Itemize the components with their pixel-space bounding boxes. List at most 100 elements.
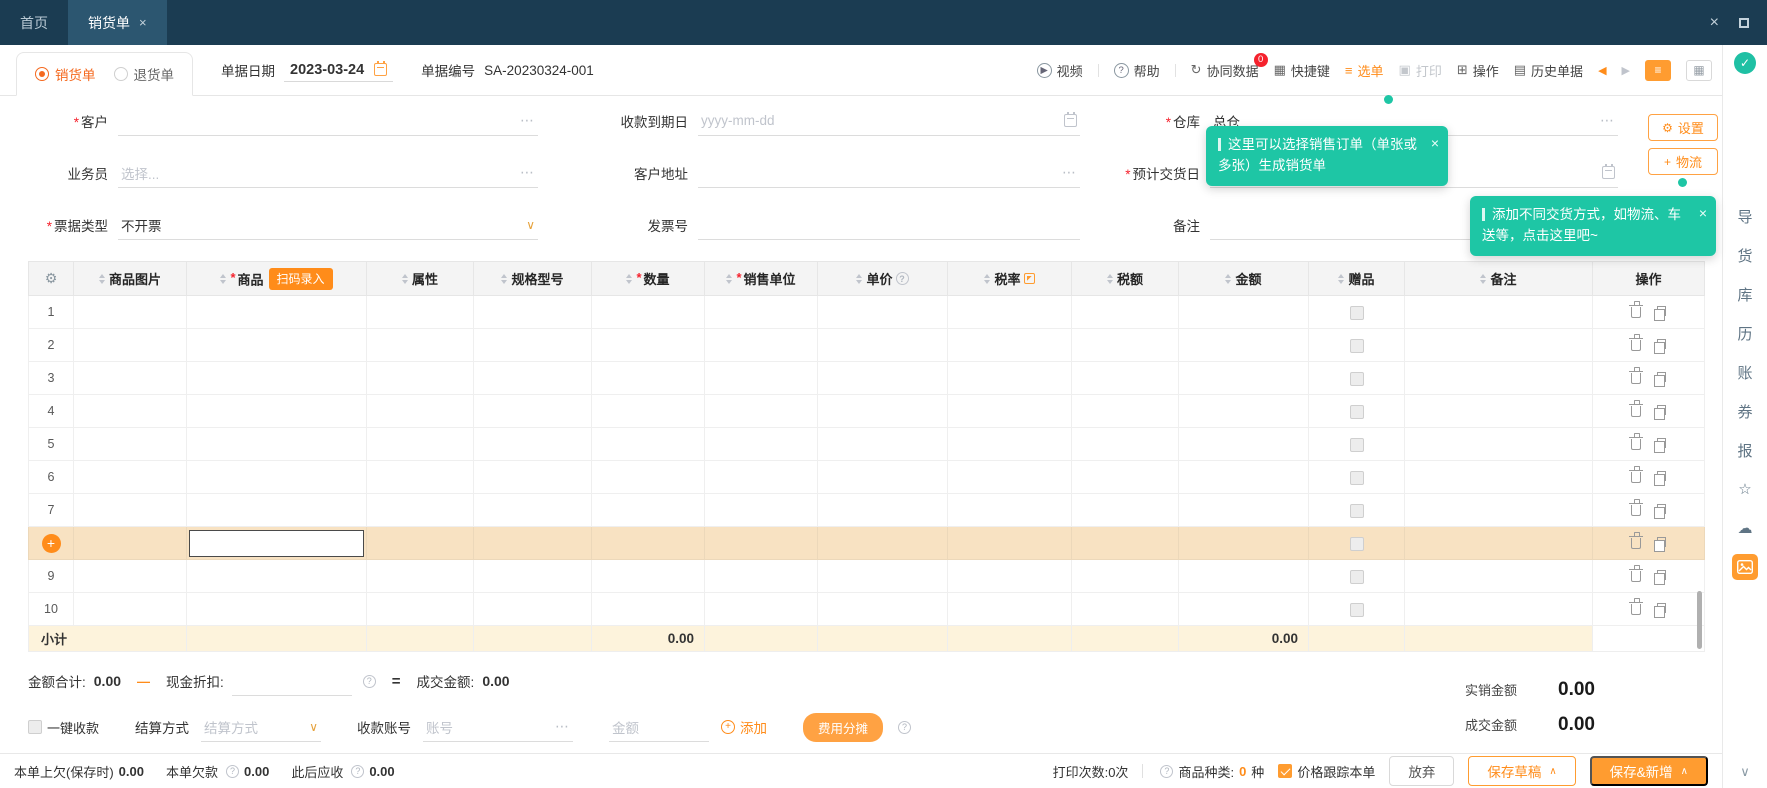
- calendar-icon[interactable]: [1602, 164, 1615, 179]
- add-payment-button[interactable]: + 添加: [721, 717, 767, 737]
- cell-taxrate[interactable]: [947, 427, 1072, 461]
- cell-remark[interactable]: [1404, 460, 1593, 494]
- cell-unit[interactable]: [704, 493, 818, 527]
- cell-amount[interactable]: [1178, 427, 1309, 461]
- radio-return-order[interactable]: 退货单: [113, 64, 174, 84]
- copy-row-icon[interactable]: [1654, 504, 1666, 519]
- hotkeys-button[interactable]: ▦ 快捷键: [1274, 61, 1330, 80]
- cell-spec[interactable]: [473, 427, 592, 461]
- cell-product[interactable]: [186, 361, 367, 395]
- copy-row-icon[interactable]: [1654, 570, 1666, 585]
- copy-row-icon[interactable]: [1654, 438, 1666, 453]
- gift-checkbox[interactable]: [1349, 371, 1364, 386]
- cell-product-image[interactable]: [73, 295, 187, 329]
- next-arrow-icon[interactable]: ▶: [1622, 64, 1630, 77]
- cell-price[interactable]: [817, 361, 948, 395]
- cell-amount[interactable]: [1178, 394, 1309, 428]
- dock-icon-4[interactable]: 历: [1732, 320, 1758, 346]
- delete-row-icon[interactable]: [1629, 301, 1643, 318]
- cell-price[interactable]: [817, 559, 948, 593]
- cell-remark[interactable]: [1404, 361, 1593, 395]
- save-new-button[interactable]: 保存&新增 ∧: [1589, 756, 1708, 786]
- cell-attr[interactable]: [366, 427, 474, 461]
- cell-tax[interactable]: [1071, 526, 1179, 560]
- table-scrollbar[interactable]: [1697, 591, 1702, 649]
- gift-checkbox[interactable]: [1349, 503, 1364, 518]
- delete-row-icon[interactable]: [1629, 334, 1643, 351]
- logistics-button[interactable]: + 物流: [1648, 148, 1718, 175]
- pick-order-button[interactable]: ≡ 选单: [1345, 61, 1384, 80]
- cell-taxrate[interactable]: [947, 295, 1072, 329]
- cell-product-image[interactable]: [73, 328, 187, 362]
- save-draft-button[interactable]: 保存草稿 ∧: [1468, 756, 1576, 786]
- price-track-option[interactable]: 价格跟踪本单: [1278, 762, 1375, 781]
- cell-attr[interactable]: [366, 328, 474, 362]
- history-button[interactable]: ▤ 历史单据: [1514, 61, 1583, 80]
- calendar-icon[interactable]: [374, 61, 388, 76]
- star-icon[interactable]: ☆: [1732, 476, 1758, 502]
- cell-product-image[interactable]: [73, 460, 187, 494]
- cell-amount[interactable]: [1178, 295, 1309, 329]
- cell-taxrate[interactable]: [947, 526, 1072, 560]
- delete-row-icon[interactable]: [1629, 367, 1643, 384]
- column-header-qty[interactable]: * 数量: [591, 261, 705, 296]
- cell-amount[interactable]: [1178, 361, 1309, 395]
- cell-product[interactable]: [186, 328, 367, 362]
- copy-row-icon[interactable]: [1654, 405, 1666, 420]
- cell-price[interactable]: [817, 427, 948, 461]
- ellipsis-icon[interactable]: ⋯: [520, 112, 535, 129]
- cell-taxrate[interactable]: [947, 592, 1072, 626]
- copy-row-icon[interactable]: [1654, 306, 1666, 321]
- cell-spec[interactable]: [473, 361, 592, 395]
- cell-taxrate[interactable]: [947, 559, 1072, 593]
- batch-fill-icon[interactable]: [1023, 273, 1035, 284]
- tab-home[interactable]: 首页: [0, 0, 68, 45]
- account-input[interactable]: 账号 ⋯: [423, 712, 574, 742]
- gift-checkbox[interactable]: [1349, 470, 1364, 485]
- cell-amount[interactable]: [1178, 493, 1309, 527]
- grid-view-toggle[interactable]: ▦: [1686, 59, 1712, 81]
- cell-remark[interactable]: [1404, 526, 1593, 560]
- scan-input-button[interactable]: 扫码录入: [268, 267, 333, 290]
- cell-tax[interactable]: [1071, 427, 1179, 461]
- cell-tax[interactable]: [1071, 394, 1179, 428]
- abandon-button[interactable]: 放弃: [1389, 756, 1455, 786]
- column-header-gift[interactable]: 赠品: [1308, 261, 1405, 296]
- cell-attr[interactable]: [366, 592, 474, 626]
- column-header-unit[interactable]: * 销售单位: [704, 261, 818, 296]
- cell-product-image[interactable]: [73, 559, 187, 593]
- cell-spec[interactable]: [473, 559, 592, 593]
- gift-checkbox[interactable]: [1349, 404, 1364, 419]
- cell-product-image[interactable]: [73, 427, 187, 461]
- cell-attr[interactable]: [366, 394, 474, 428]
- gift-checkbox[interactable]: [1349, 602, 1364, 617]
- cell-remark[interactable]: [1404, 493, 1593, 527]
- cell-product[interactable]: [186, 526, 367, 560]
- video-button[interactable]: ▶ 视频: [1036, 61, 1083, 80]
- cash-discount-input[interactable]: [231, 666, 352, 696]
- column-header-image[interactable]: 商品图片: [73, 261, 187, 296]
- copy-row-icon[interactable]: [1654, 372, 1666, 387]
- cell-product[interactable]: [186, 493, 367, 527]
- column-header-remark[interactable]: 备注: [1404, 261, 1593, 296]
- calendar-icon[interactable]: [1064, 112, 1077, 127]
- cell-amount[interactable]: [1178, 328, 1309, 362]
- sync-success-icon[interactable]: ✓: [1734, 52, 1756, 74]
- dock-icon-1[interactable]: 导: [1732, 203, 1758, 229]
- copy-row-icon[interactable]: [1654, 603, 1666, 618]
- cell-remark[interactable]: [1404, 394, 1593, 428]
- cell-attr[interactable]: [366, 493, 474, 527]
- delete-row-icon[interactable]: [1629, 565, 1643, 582]
- invoice-input[interactable]: [698, 210, 1080, 240]
- cell-unit[interactable]: [704, 559, 818, 593]
- cell-spec[interactable]: [473, 394, 592, 428]
- cell-remark[interactable]: [1404, 427, 1593, 461]
- cell-product-image[interactable]: [73, 526, 187, 560]
- tab-close-icon[interactable]: ×: [139, 15, 147, 30]
- cell-spec[interactable]: [473, 295, 592, 329]
- bill-type-select[interactable]: 不开票 ∨: [118, 210, 538, 240]
- ellipsis-icon[interactable]: ⋯: [1600, 112, 1615, 129]
- window-close-icon[interactable]: ×: [1710, 14, 1719, 32]
- column-settings-button[interactable]: ⚙: [28, 261, 74, 296]
- cell-unit[interactable]: [704, 328, 818, 362]
